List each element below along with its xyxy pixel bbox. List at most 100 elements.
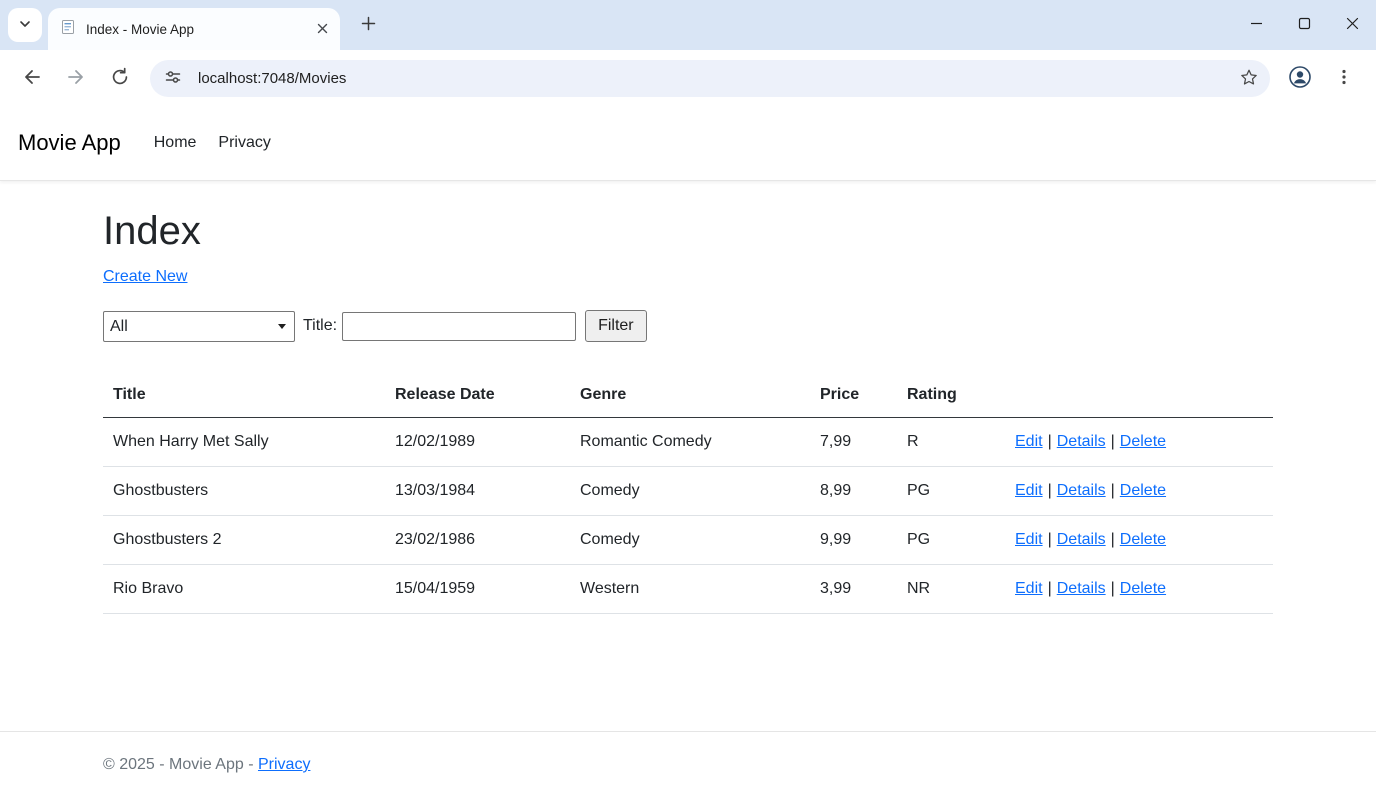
table-row: When Harry Met Sally 12/02/1989 Romantic… bbox=[103, 418, 1273, 467]
movie-actions-cell: Edit | Details | Delete bbox=[1005, 516, 1273, 565]
header-rating: Rating bbox=[897, 378, 1005, 418]
movie-genre-cell: Western bbox=[570, 565, 810, 614]
movie-actions-cell: Edit | Details | Delete bbox=[1005, 565, 1273, 614]
kebab-menu-icon bbox=[1335, 68, 1353, 89]
nav-link-privacy[interactable]: Privacy bbox=[207, 134, 281, 152]
edit-link[interactable]: Edit bbox=[1015, 580, 1043, 597]
action-separator: | bbox=[1048, 531, 1052, 548]
close-icon bbox=[317, 22, 328, 37]
nav-link-home[interactable]: Home bbox=[143, 134, 208, 152]
movie-title-cell: Rio Bravo bbox=[103, 565, 385, 614]
movie-release-date-cell: 13/03/1984 bbox=[385, 467, 570, 516]
genre-select[interactable]: All bbox=[103, 311, 295, 342]
filter-form: All Title: Filter bbox=[103, 310, 1273, 342]
browser-tab[interactable]: Index - Movie App bbox=[48, 8, 340, 50]
plus-icon bbox=[361, 16, 376, 34]
action-separator: | bbox=[1048, 482, 1052, 499]
table-row: Ghostbusters 13/03/1984 Comedy 8,99 PG E… bbox=[103, 467, 1273, 516]
url-text: localhost:7048/Movies bbox=[198, 70, 1234, 87]
movie-rating-cell: NR bbox=[897, 565, 1005, 614]
bookmark-button[interactable] bbox=[1234, 63, 1264, 93]
menu-button[interactable] bbox=[1324, 58, 1364, 98]
minimize-button[interactable] bbox=[1232, 7, 1280, 43]
profile-button[interactable] bbox=[1280, 58, 1320, 98]
details-link[interactable]: Details bbox=[1057, 433, 1106, 450]
header-actions bbox=[1005, 378, 1273, 418]
edit-link[interactable]: Edit bbox=[1015, 482, 1043, 499]
movie-price-cell: 8,99 bbox=[810, 467, 897, 516]
tab-favicon-icon bbox=[60, 19, 76, 40]
tune-icon bbox=[164, 68, 182, 89]
header-release-date: Release Date bbox=[385, 378, 570, 418]
details-link[interactable]: Details bbox=[1057, 531, 1106, 548]
brand-link[interactable]: Movie App bbox=[18, 130, 121, 156]
delete-link[interactable]: Delete bbox=[1120, 580, 1166, 597]
footer-privacy-link[interactable]: Privacy bbox=[258, 756, 310, 773]
page-title: Index bbox=[103, 209, 1273, 254]
tab-title: Index - Movie App bbox=[86, 22, 310, 37]
tab-close-button[interactable] bbox=[310, 17, 334, 41]
back-button[interactable] bbox=[12, 58, 52, 98]
details-link[interactable]: Details bbox=[1057, 580, 1106, 597]
title-filter-label: Title: bbox=[303, 317, 337, 335]
movie-price-cell: 7,99 bbox=[810, 418, 897, 467]
site-info-button[interactable] bbox=[158, 63, 188, 93]
browser-tabstrip: Index - Movie App bbox=[0, 0, 1376, 50]
main-content: Index Create New All Title: Filter Title… bbox=[103, 181, 1273, 614]
person-icon bbox=[1288, 65, 1312, 92]
action-separator: | bbox=[1111, 482, 1115, 499]
window-controls bbox=[1232, 0, 1376, 50]
delete-link[interactable]: Delete bbox=[1120, 531, 1166, 548]
action-separator: | bbox=[1111, 531, 1115, 548]
movie-title-cell: Ghostbusters 2 bbox=[103, 516, 385, 565]
site-navbar: Movie App Home Privacy bbox=[0, 106, 1376, 181]
window-close-button[interactable] bbox=[1328, 7, 1376, 43]
movie-rating-cell: R bbox=[897, 418, 1005, 467]
movie-release-date-cell: 23/02/1986 bbox=[385, 516, 570, 565]
browser-toolbar: localhost:7048/Movies bbox=[0, 50, 1376, 106]
maximize-button[interactable] bbox=[1280, 7, 1328, 43]
title-filter-input[interactable] bbox=[342, 312, 576, 341]
delete-link[interactable]: Delete bbox=[1120, 433, 1166, 450]
header-price: Price bbox=[810, 378, 897, 418]
action-separator: | bbox=[1048, 433, 1052, 450]
action-separator: | bbox=[1111, 580, 1115, 597]
movie-release-date-cell: 12/02/1989 bbox=[385, 418, 570, 467]
tab-search-button[interactable] bbox=[8, 8, 42, 42]
movie-genre-cell: Romantic Comedy bbox=[570, 418, 810, 467]
movie-price-cell: 3,99 bbox=[810, 565, 897, 614]
genre-select-wrap: All bbox=[103, 311, 295, 342]
movie-actions-cell: Edit | Details | Delete bbox=[1005, 467, 1273, 516]
movie-rating-cell: PG bbox=[897, 516, 1005, 565]
edit-link[interactable]: Edit bbox=[1015, 531, 1043, 548]
movie-genre-cell: Comedy bbox=[570, 516, 810, 565]
minimize-icon bbox=[1250, 17, 1263, 33]
new-tab-button[interactable] bbox=[352, 9, 384, 41]
details-link[interactable]: Details bbox=[1057, 482, 1106, 499]
movie-price-cell: 9,99 bbox=[810, 516, 897, 565]
movie-actions-cell: Edit | Details | Delete bbox=[1005, 418, 1273, 467]
table-header: Title Release Date Genre Price Rating bbox=[103, 378, 1273, 418]
edit-link[interactable]: Edit bbox=[1015, 433, 1043, 450]
reload-button[interactable] bbox=[100, 58, 140, 98]
footer-copyright: © 2025 - Movie App - bbox=[103, 756, 254, 773]
movie-rating-cell: PG bbox=[897, 467, 1005, 516]
arrow-right-icon bbox=[66, 67, 86, 90]
close-icon bbox=[1346, 17, 1359, 33]
action-separator: | bbox=[1048, 580, 1052, 597]
filter-button[interactable]: Filter bbox=[585, 310, 647, 342]
movie-title-cell: When Harry Met Sally bbox=[103, 418, 385, 467]
arrow-left-icon bbox=[22, 67, 42, 90]
forward-button[interactable] bbox=[56, 58, 96, 98]
movies-table: Title Release Date Genre Price Rating Wh… bbox=[103, 378, 1273, 614]
table-row: Ghostbusters 2 23/02/1986 Comedy 9,99 PG… bbox=[103, 516, 1273, 565]
chevron-down-icon bbox=[17, 16, 33, 35]
movie-genre-cell: Comedy bbox=[570, 467, 810, 516]
movie-title-cell: Ghostbusters bbox=[103, 467, 385, 516]
delete-link[interactable]: Delete bbox=[1120, 482, 1166, 499]
header-genre: Genre bbox=[570, 378, 810, 418]
action-separator: | bbox=[1111, 433, 1115, 450]
address-bar[interactable]: localhost:7048/Movies bbox=[150, 60, 1270, 97]
create-new-link[interactable]: Create New bbox=[103, 268, 187, 285]
star-icon bbox=[1240, 68, 1258, 89]
